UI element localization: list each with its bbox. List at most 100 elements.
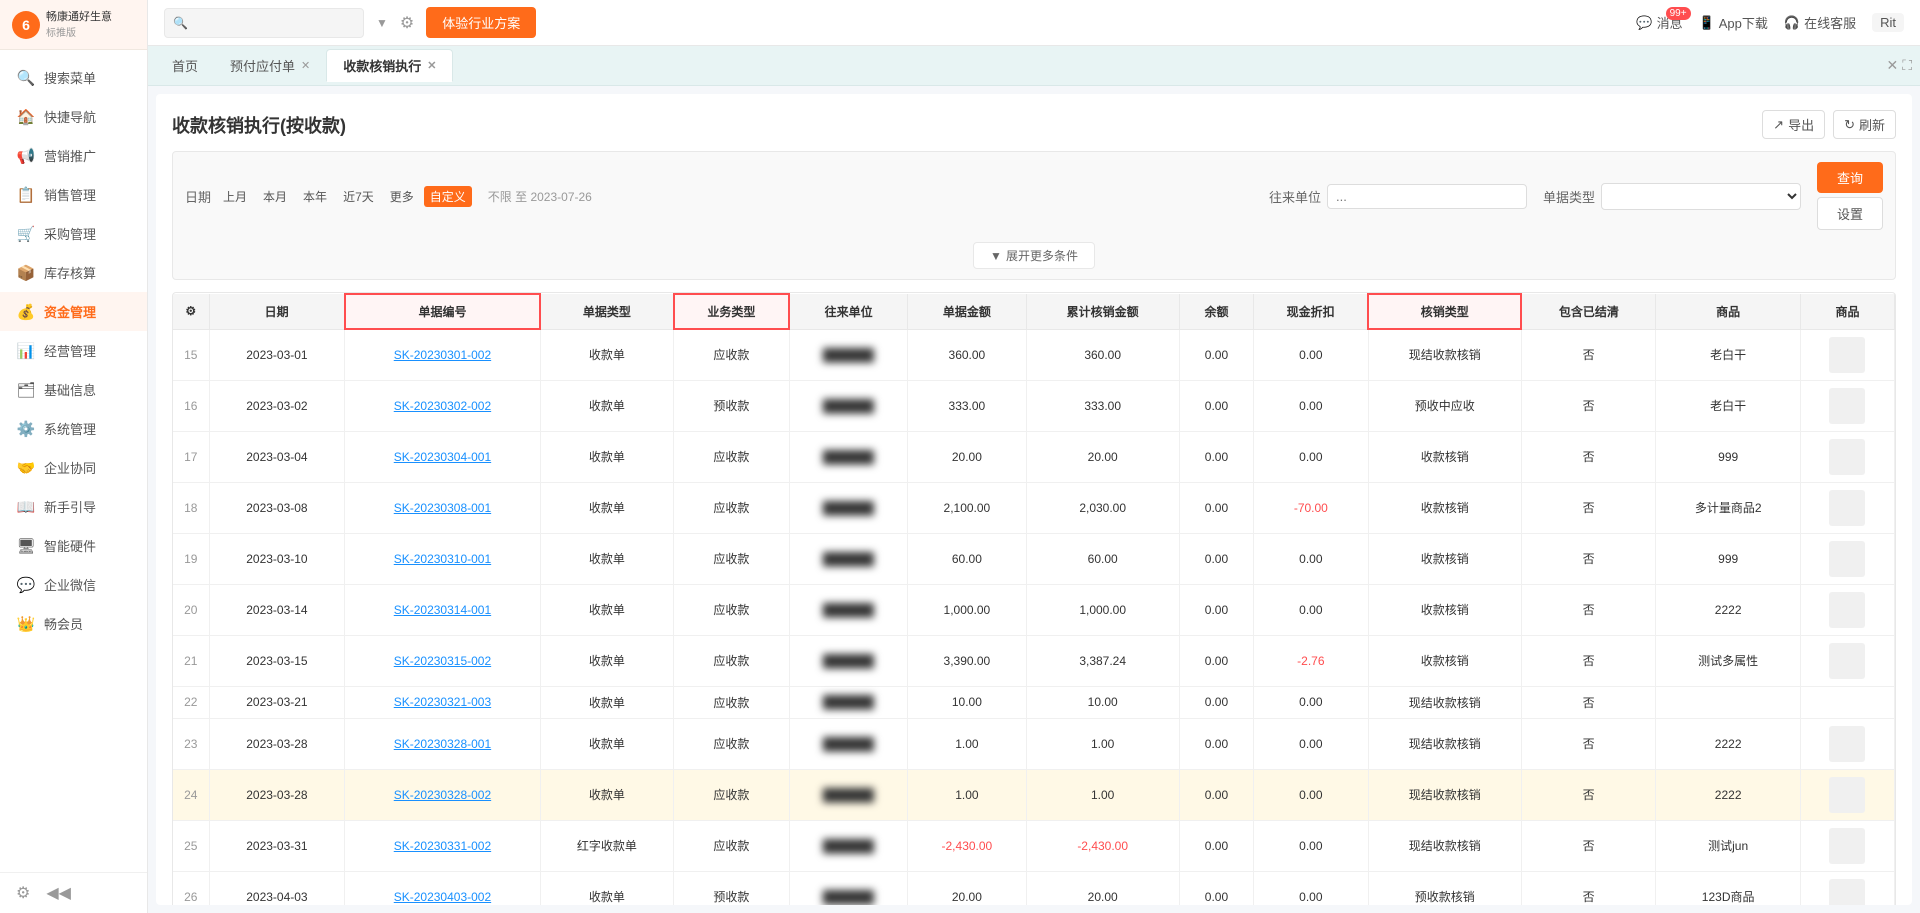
tab-home[interactable]: 首页 [156,50,214,81]
row-writeofftype: 收款核销 [1368,635,1521,686]
online-service-button[interactable]: 🎧 在线客服 [1784,13,1856,32]
doc-no-link[interactable]: SK-20230310-001 [394,552,491,566]
row-counterpart: ██████ [789,820,908,871]
sidebar-item-member[interactable]: 👑畅会员 [0,604,147,643]
refresh-icon: ↻ [1844,117,1855,133]
doc-type-filter-select[interactable] [1601,183,1801,210]
sidebar-item-purchase[interactable]: 🛒采购管理 [0,214,147,253]
expand-more-conditions-button[interactable]: ▼ 展开更多条件 [973,242,1095,269]
doc-no-link[interactable]: SK-20230321-003 [394,695,491,709]
phone-icon: 📱 [1699,15,1715,31]
doc-no-link[interactable]: SK-20230331-002 [394,839,491,853]
message-button[interactable]: 💬 消息 99+ [1636,13,1682,32]
doc-no-link[interactable]: SK-20230308-001 [394,501,491,515]
tab-receivable[interactable]: 预付应付单 ✕ [214,50,326,81]
col-product2-header: 商品 [1800,294,1894,329]
refresh-button[interactable]: ↻ 刷新 [1833,110,1896,139]
row-includesettled: 否 [1521,635,1655,686]
row-includesettled: 否 [1521,533,1655,584]
row-writeofftype: 现结收款核销 [1368,718,1521,769]
collection-tab-label: 收款核销执行 [343,56,421,75]
topbar: 🔍 ▼ ⚙ 体验行业方案 💬 消息 99+ 📱 App下载 🎧 在线客服 Rit [148,0,1920,46]
table-row: 15 2023-03-01 SK-20230301-002 收款单 应收款 ██… [173,329,1895,380]
row-balance: 0.00 [1179,482,1253,533]
row-cumwriteoff: 3,387.24 [1026,635,1179,686]
row-writeofftype: 收款核销 [1368,482,1521,533]
row-cumwriteoff: -2,430.00 [1026,820,1179,871]
counterpart-filter-input[interactable] [1327,184,1527,209]
doc-no-link[interactable]: SK-20230314-001 [394,603,491,617]
row-counterpart: ██████ [789,380,908,431]
sidebar-item-search[interactable]: 🔍搜索菜单 [0,58,147,97]
date-more-btn[interactable]: 更多 [384,186,420,207]
sidebar-item-shortcut[interactable]: 🏠快捷导航 [0,97,147,136]
doc-no-link[interactable]: SK-20230328-002 [394,788,491,802]
date-this-month-btn[interactable]: 本月 [257,186,293,207]
filter-settings-button[interactable]: 设置 [1817,197,1883,230]
sidebar-item-wechat[interactable]: 💬企业微信 [0,565,147,604]
close-window-icon[interactable]: ✕ [1886,57,1898,74]
dropdown-arrow-icon[interactable]: ▼ [376,16,388,30]
app-download-button[interactable]: 📱 App下载 [1699,13,1768,32]
date-last-month-btn[interactable]: 上月 [217,186,253,207]
row-cumwriteoff: 333.00 [1026,380,1179,431]
date-this-year-btn[interactable]: 本年 [297,186,333,207]
row-date: 2023-03-08 [209,482,345,533]
row-date: 2023-03-10 [209,533,345,584]
sidebar-item-inventory[interactable]: 📦库存核算 [0,253,147,292]
doc-no-link[interactable]: SK-20230403-002 [394,890,491,904]
doc-no-link[interactable]: SK-20230302-002 [394,399,491,413]
row-date: 2023-03-28 [209,769,345,820]
sidebar-item-hardware[interactable]: 🖥智能硬件 [0,526,147,565]
doc-no-link[interactable]: SK-20230315-002 [394,654,491,668]
row-biztype: 应收款 [674,584,789,635]
row-balance: 0.00 [1179,871,1253,905]
row-number: 17 [173,431,209,482]
row-number: 16 [173,380,209,431]
chevron-down-icon: ▼ [990,249,1002,263]
sidebar-item-guide[interactable]: 📖新手引导 [0,487,147,526]
gear-icon[interactable]: ⚙ [400,13,414,33]
sidebar-item-enterprise[interactable]: 🤝企业协同 [0,448,147,487]
industry-solution-button[interactable]: 体验行业方案 [426,7,536,38]
date-custom-btn[interactable]: 自定义 [424,186,472,207]
doc-no-link[interactable]: SK-20230328-001 [394,737,491,751]
tab-collection[interactable]: 收款核销执行 ✕ [326,49,453,82]
doc-no-link[interactable]: SK-20230304-001 [394,450,491,464]
table-row: 19 2023-03-10 SK-20230310-001 收款单 应收款 ██… [173,533,1895,584]
export-button[interactable]: ↗ 导出 [1762,110,1825,139]
row-counterpart: ██████ [789,482,908,533]
query-button[interactable]: 查询 [1817,162,1883,193]
row-writeofftype: 收款核销 [1368,533,1521,584]
row-cashdiscount: 0.00 [1254,329,1369,380]
close-tab-receivable-icon[interactable]: ✕ [301,59,310,72]
row-date: 2023-03-04 [209,431,345,482]
settings-icon[interactable]: ⚙ [16,883,30,903]
row-balance: 0.00 [1179,635,1253,686]
doc-no-link[interactable]: SK-20230301-002 [394,348,491,362]
search-bar[interactable]: 🔍 [164,8,364,38]
maximize-window-icon[interactable]: ⛶ [1902,57,1912,74]
sidebar-item-label: 畅会员 [44,614,83,633]
sidebar-item-finance[interactable]: 💰资金管理 [0,292,147,331]
collapse-icon[interactable]: ◀◀ [46,883,71,903]
row-cashdiscount: 0.00 [1254,686,1369,718]
sidebar-item-sales[interactable]: 📋销售管理 [0,175,147,214]
close-tab-collection-icon[interactable]: ✕ [427,59,436,72]
row-product: 老白干 [1656,380,1801,431]
sidebar-item-system[interactable]: ⚙️系统管理 [0,409,147,448]
table-body: 15 2023-03-01 SK-20230301-002 收款单 应收款 ██… [173,329,1895,905]
sidebar-item-basic[interactable]: 🗂基础信息 [0,370,147,409]
row-docno: SK-20230328-001 [345,718,540,769]
row-product2 [1800,820,1894,871]
user-menu[interactable]: Rit [1872,13,1904,32]
row-writeofftype: 收款核销 [1368,584,1521,635]
row-date: 2023-03-15 [209,635,345,686]
col-settings-header[interactable]: ⚙ [173,294,209,329]
row-product: 999 [1656,533,1801,584]
sidebar-item-marketing[interactable]: 📢营销推广 [0,136,147,175]
row-cashdiscount: 0.00 [1254,718,1369,769]
sidebar-item-operations[interactable]: 📊经营管理 [0,331,147,370]
date-7days-btn[interactable]: 近7天 [337,186,380,207]
column-settings-icon[interactable]: ⚙ [185,304,196,318]
